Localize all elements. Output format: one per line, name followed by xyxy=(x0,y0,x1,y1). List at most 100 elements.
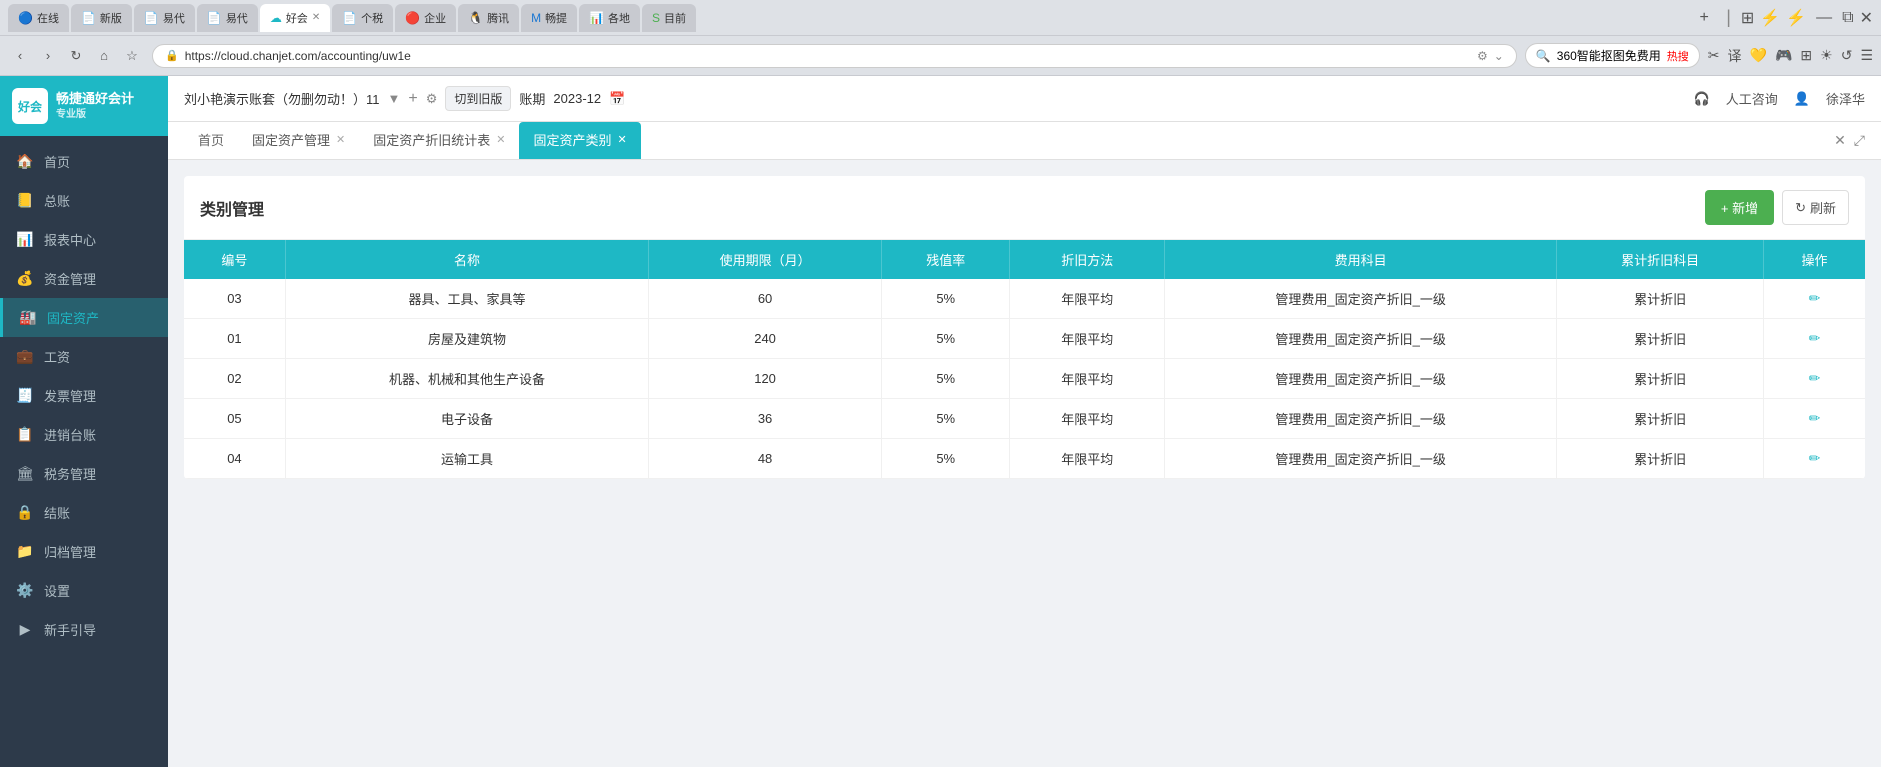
sidebar-item-payroll[interactable]: 💼 工资 xyxy=(0,337,168,376)
page-tab-home-label: 首页 xyxy=(198,130,224,149)
invoice-icon: 🧾 xyxy=(16,387,34,404)
forward-button[interactable]: › xyxy=(36,44,60,68)
site-settings-icon[interactable]: ⚙ xyxy=(1477,49,1488,63)
edit-icon-0[interactable]: ✏ xyxy=(1809,290,1821,306)
browser-tab-t6[interactable]: 📄 个税 xyxy=(332,4,393,32)
close-panel-icon[interactable]: ✕ xyxy=(1834,132,1846,149)
main-layout: 好会 畅捷通好会计 专业版 🏠 首页 📒 总账 📊 报表中心 💰 资金管理 xyxy=(0,76,1881,767)
url-bar[interactable]: 🔒 https://cloud.chanjet.com/accounting/u… xyxy=(152,44,1517,68)
user-icon: 👤 xyxy=(1794,91,1810,107)
cell-period-4: 48 xyxy=(649,439,882,479)
edit-icon-1[interactable]: ✏ xyxy=(1809,330,1821,346)
browser-tab-t2[interactable]: 📄 新版 xyxy=(71,4,132,32)
cell-residual-1: 5% xyxy=(881,319,1009,359)
browser-tab-t4[interactable]: 📄 易代 xyxy=(197,4,258,32)
cell-expense-3: 管理费用_固定资产折旧_一级 xyxy=(1165,399,1557,439)
cell-code-2[interactable]: 02 xyxy=(184,359,285,399)
grid-icon[interactable]: ⊞ xyxy=(1800,47,1812,64)
cell-expense-4: 管理费用_固定资产折旧_一级 xyxy=(1165,439,1557,479)
page-tab-fixed-asset-mgmt[interactable]: 固定资产管理 ✕ xyxy=(238,122,359,159)
logo-icon: 好会 xyxy=(12,88,48,124)
wallet-icon[interactable]: 💛 xyxy=(1750,47,1767,64)
col-expense: 费用科目 xyxy=(1165,240,1557,279)
sidebar-item-ledger[interactable]: 📒 总账 xyxy=(0,181,168,220)
page-tab-close-category[interactable]: ✕ xyxy=(618,133,627,146)
calendar-icon[interactable]: 📅 xyxy=(609,91,625,107)
game-icon[interactable]: 🎮 xyxy=(1775,47,1792,64)
sidebar-item-fixed-asset[interactable]: 🏭 固定资产 xyxy=(0,298,168,337)
browser-tab-t9[interactable]: M 畅提 xyxy=(521,4,577,32)
add-category-button[interactable]: + 新增 xyxy=(1705,190,1774,225)
top-header: 刘小艳演示账套（勿删勿动！）11 ▼ + ⚙ 切到旧版 账期 2023-12 📅… xyxy=(168,76,1881,122)
cell-action-2[interactable]: ✏ xyxy=(1764,359,1865,399)
edit-icon-2[interactable]: ✏ xyxy=(1809,370,1821,386)
add-company-icon[interactable]: + xyxy=(408,90,417,108)
browser-tab-t7[interactable]: 🔴 企业 xyxy=(395,4,456,32)
category-management-card: 类别管理 + 新增 ↻ 刷新 编号 名称 使用期限（月） xyxy=(184,176,1865,479)
browser-tab-t11[interactable]: S 目前 xyxy=(642,4,696,32)
back-button[interactable]: ‹ xyxy=(8,44,32,68)
sidebar-item-fund[interactable]: 💰 资金管理 xyxy=(0,259,168,298)
home-button[interactable]: ⌂ xyxy=(92,44,116,68)
cell-code-0[interactable]: 03 xyxy=(184,279,285,319)
refresh-button[interactable]: ↻ 刷新 xyxy=(1782,190,1849,225)
cell-action-0[interactable]: ✏ xyxy=(1764,279,1865,319)
browser-tab-t10[interactable]: 📊 各地 xyxy=(579,4,640,32)
sidebar-item-report[interactable]: 📊 报表中心 xyxy=(0,220,168,259)
cut-icon[interactable]: ✂ xyxy=(1708,47,1720,64)
sidebar-item-invoice[interactable]: 🧾 发票管理 xyxy=(0,376,168,415)
cell-period-1: 240 xyxy=(649,319,882,359)
edit-icon-4[interactable]: ✏ xyxy=(1809,450,1821,466)
page-tab-depreciation-label: 固定资产折旧统计表 xyxy=(373,130,490,149)
cell-action-3[interactable]: ✏ xyxy=(1764,399,1865,439)
table-header-row: 编号 名称 使用期限（月） 残值率 折旧方法 费用科目 累计折旧科目 操作 xyxy=(184,240,1865,279)
consult-icon: 🎧 xyxy=(1694,91,1710,107)
cell-action-4[interactable]: ✏ xyxy=(1764,439,1865,479)
page-tab-category[interactable]: 固定资产类别 ✕ xyxy=(519,122,640,159)
cell-name-3: 电子设备 xyxy=(285,399,648,439)
cell-method-4: 年限平均 xyxy=(1010,439,1165,479)
sidebar-item-closing[interactable]: 🔒 结账 xyxy=(0,493,168,532)
reload-button[interactable]: ↻ xyxy=(64,44,88,68)
switch-old-btn[interactable]: 切到旧版 xyxy=(445,86,511,111)
page-tab-depreciation[interactable]: 固定资产折旧统计表 ✕ xyxy=(359,122,519,159)
edit-icon-3[interactable]: ✏ xyxy=(1809,410,1821,426)
sidebar-item-sales[interactable]: 📋 进销台账 xyxy=(0,415,168,454)
cell-name-2: 机器、机械和其他生产设备 xyxy=(285,359,648,399)
user-name[interactable]: 徐泽华 xyxy=(1826,89,1865,108)
undo-icon[interactable]: ↺ xyxy=(1841,47,1853,64)
cell-code-1[interactable]: 01 xyxy=(184,319,285,359)
expand-icon[interactable]: ⌄ xyxy=(1494,49,1504,63)
menu-icon[interactable]: ☰ xyxy=(1860,47,1873,64)
page-tab-home[interactable]: 首页 xyxy=(184,122,238,159)
cell-accumulated-1: 累计折旧 xyxy=(1557,319,1764,359)
sidebar-item-guide[interactable]: ▶ 新手引导 xyxy=(0,610,168,649)
settings-company-icon[interactable]: ⚙ xyxy=(426,91,438,107)
browser-tab-t5[interactable]: ☁ 好会 ✕ xyxy=(260,4,330,32)
cell-action-1[interactable]: ✏ xyxy=(1764,319,1865,359)
browser-tab-t3[interactable]: 📄 易代 xyxy=(134,4,195,32)
sidebar-item-home[interactable]: 🏠 首页 xyxy=(0,142,168,181)
cell-code-3[interactable]: 05 xyxy=(184,399,285,439)
refresh-label: 刷新 xyxy=(1810,198,1836,217)
sidebar-item-settings[interactable]: ⚙️ 设置 xyxy=(0,571,168,610)
cell-accumulated-4: 累计折旧 xyxy=(1557,439,1764,479)
translate-icon[interactable]: 译 xyxy=(1728,46,1742,66)
browser-tab-t8[interactable]: 🐧 腾讯 xyxy=(458,4,519,32)
consult-label[interactable]: 人工咨询 xyxy=(1726,89,1778,108)
new-tab-button[interactable]: + xyxy=(1692,6,1716,30)
expand-panel-icon[interactable]: ⤢ xyxy=(1854,132,1865,149)
browser-tab-close-t5[interactable]: ✕ xyxy=(312,12,320,23)
sidebar-item-tax-label: 税务管理 xyxy=(44,464,96,483)
page-tab-close-depreciation[interactable]: ✕ xyxy=(496,133,505,146)
search-bar[interactable]: 🔍 360智能抠图免费用 热搜 xyxy=(1525,43,1700,68)
logo-text: 畅捷通好会计 专业版 xyxy=(56,91,134,121)
browser-tab-t1[interactable]: 🔵 在线 xyxy=(8,4,69,32)
dropdown-icon[interactable]: ▼ xyxy=(388,91,401,106)
cell-code-4[interactable]: 04 xyxy=(184,439,285,479)
sidebar-item-archive[interactable]: 📁 归档管理 xyxy=(0,532,168,571)
sidebar-item-tax[interactable]: 🏛 税务管理 xyxy=(0,454,168,493)
bookmark-button[interactable]: ☆ xyxy=(120,44,144,68)
sun-icon[interactable]: ☀ xyxy=(1820,47,1833,64)
page-tab-close-fixed-asset-mgmt[interactable]: ✕ xyxy=(336,133,345,146)
